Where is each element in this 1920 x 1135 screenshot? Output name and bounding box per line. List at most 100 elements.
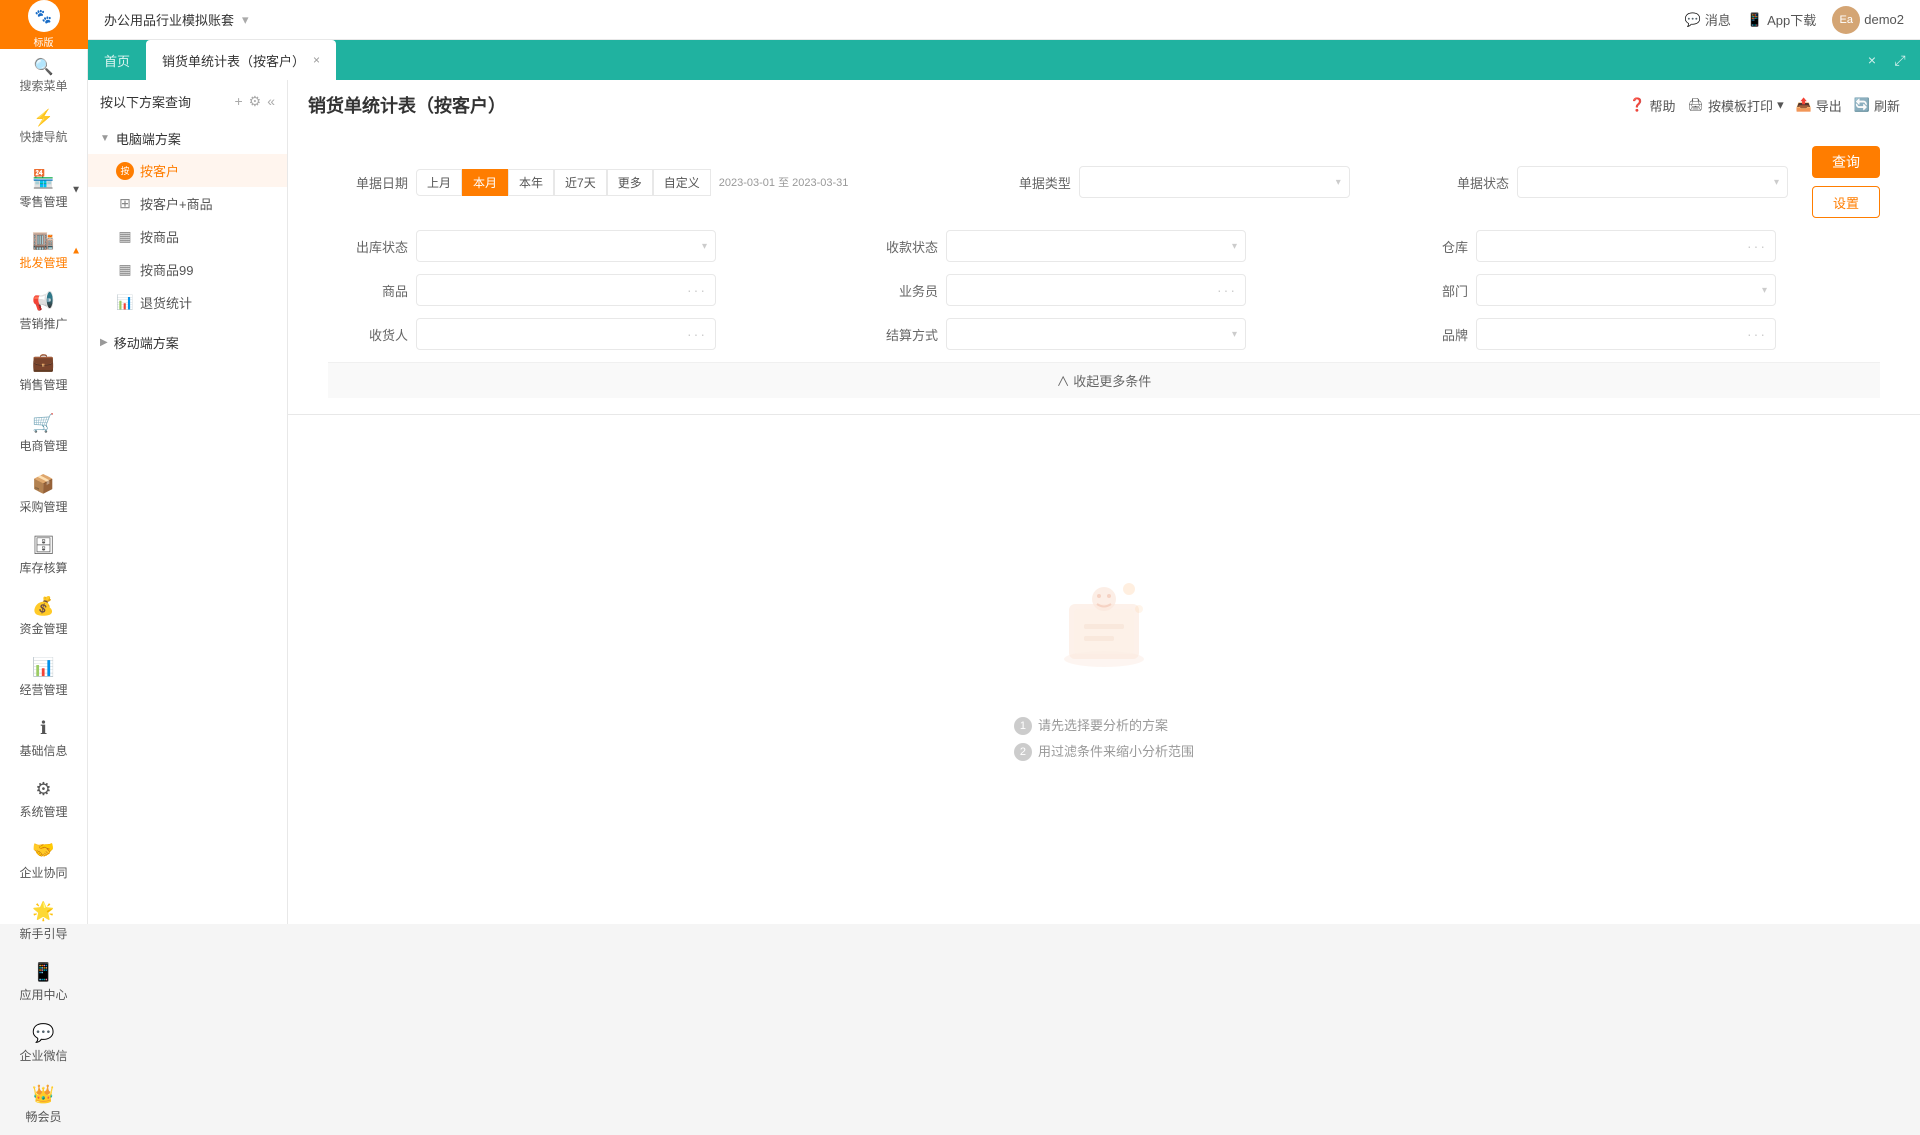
tab-maximize-btn[interactable]: ⤢: [1888, 48, 1912, 72]
enterprise-icon: 🤝: [32, 840, 54, 861]
scheme-item-by-goods[interactable]: ▦ 按商品: [88, 220, 287, 253]
sidebar-item-newbie-label: 新手引导: [19, 925, 67, 942]
page-header: 销货单统计表（按客户） ❓ 帮助 🖨 按模板打印 ▾ 📤: [288, 80, 1920, 415]
app-title: 办公用品行业模拟账套: [104, 10, 234, 29]
sidebar-item-retail[interactable]: 🏪 零售管理 ▼: [0, 159, 87, 220]
print-action[interactable]: 🖨 按模板打印 ▾: [1688, 96, 1784, 115]
sidebar-search-menu[interactable]: 🔍 搜索菜单: [19, 49, 67, 102]
doc-status-filter[interactable]: ▾: [1517, 166, 1788, 198]
sidebar-item-weixin[interactable]: 💬 企业微信: [0, 1013, 87, 1074]
sidebar-item-basic[interactable]: ℹ 基础信息: [0, 708, 87, 769]
doc-status-arrow-icon: ▾: [1774, 177, 1779, 188]
tab-home[interactable]: 首页: [88, 40, 146, 80]
appcenter-icon: 📱: [32, 962, 54, 983]
tab-minimize-btn[interactable]: ×: [1860, 48, 1884, 72]
collapse-row[interactable]: ∧ 收起更多条件: [328, 362, 1880, 398]
add-scheme-icon[interactable]: +: [234, 93, 242, 110]
sidebar-item-ecommerce[interactable]: 🛒 电商管理: [0, 403, 87, 464]
help-icon: ❓: [1629, 97, 1645, 113]
sidebar-item-inventory-label: 库存核算: [19, 559, 67, 576]
tip-text-2: 用过滤条件来缩小分析范围: [1038, 739, 1194, 765]
help-action[interactable]: ❓ 帮助: [1629, 96, 1675, 115]
date-btn-7days[interactable]: 近7天: [554, 169, 607, 196]
sidebar-item-system-label: 系统管理: [19, 803, 67, 820]
page-title: 销货单统计表（按客户）: [308, 92, 506, 118]
sidebar-item-marketing[interactable]: 📢 营销推广: [0, 281, 87, 342]
tab-home-label: 首页: [104, 51, 130, 70]
query-button[interactable]: 查询: [1812, 146, 1880, 178]
scheme-group-desktop-header[interactable]: ▼ 电脑端方案: [88, 123, 287, 154]
recipient-filter-label: 收货人: [328, 325, 408, 344]
sidebar-item-sales[interactable]: 💼 销售管理: [0, 342, 87, 403]
date-btn-custom[interactable]: 自定义: [653, 169, 711, 196]
brand-filter[interactable]: ···: [1476, 318, 1776, 350]
sidebar-item-appcenter[interactable]: 📱 应用中心: [0, 952, 87, 1013]
refresh-action[interactable]: 🔄 刷新: [1854, 96, 1900, 115]
sidebar-logo: 🐾 标版: [0, 0, 88, 49]
dept-filter[interactable]: ▾: [1476, 274, 1776, 306]
sidebar-quick-nav[interactable]: ⚡ 快捷导航: [0, 102, 87, 151]
sidebar-item-member[interactable]: 👑 畅会员: [0, 1074, 87, 1135]
tab-sales-stats[interactable]: 销货单统计表（按客户） ×: [146, 40, 336, 80]
doc-type-arrow-icon: ▾: [1336, 177, 1341, 188]
date-btn-this-year[interactable]: 本年: [508, 169, 554, 196]
expand-arrow-wholesale: ▲: [71, 245, 81, 256]
export-action[interactable]: 📤 导出: [1796, 96, 1842, 115]
recipient-filter[interactable]: ···: [416, 318, 716, 350]
sidebar-item-operation[interactable]: 📊 经营管理: [0, 647, 87, 708]
doc-type-filter-label: 单据类型: [991, 173, 1071, 192]
main-area: 办公用品行业模拟账套 ▾ 💬 消息 📱 App下载 Ea demo2 首页 销货…: [88, 0, 1920, 924]
scheme-return-stats-label: 退货统计: [140, 293, 192, 312]
settings-scheme-icon[interactable]: ⚙: [249, 93, 262, 110]
member-icon: 👑: [32, 1084, 54, 1105]
collapse-label: 收起更多条件: [1073, 374, 1151, 389]
date-btn-last-month[interactable]: 上月: [416, 169, 462, 196]
delivery-filter[interactable]: ▾: [416, 230, 716, 262]
user-name: demo2: [1864, 12, 1904, 27]
goods-dots: ···: [687, 282, 707, 298]
marketing-icon: 📢: [32, 291, 54, 312]
filter-row-date: 单据日期 上月 本月 本年 近7天 更多 自定义 2023-03-01 至 20…: [328, 146, 1880, 218]
warehouse-filter[interactable]: ···: [1476, 230, 1776, 262]
staff-filter[interactable]: ···: [946, 274, 1246, 306]
header-app-download[interactable]: 📱 App下载: [1747, 10, 1816, 29]
tab-close-icon[interactable]: ×: [313, 53, 320, 67]
date-btn-more[interactable]: 更多: [607, 169, 653, 196]
payment-filter[interactable]: ▾: [946, 230, 1246, 262]
sidebar-item-enterprise-label: 企业协同: [19, 864, 67, 881]
sidebar-item-system[interactable]: ⚙ 系统管理: [0, 769, 87, 830]
tip-num-1: 1: [1014, 717, 1032, 735]
sidebar-item-enterprise[interactable]: 🤝 企业协同: [0, 830, 87, 891]
sidebar-item-inventory[interactable]: 🗄 库存核算: [0, 525, 87, 586]
left-panel-title: 按以下方案查询: [100, 92, 191, 111]
logo-subtitle: 标版: [34, 34, 54, 49]
goods-filter[interactable]: ···: [416, 274, 716, 306]
settlement-filter[interactable]: ▾: [946, 318, 1246, 350]
app-title-dropdown-icon[interactable]: ▾: [242, 12, 249, 28]
sidebar-item-wholesale[interactable]: 🏬 批发管理 ▲: [0, 220, 87, 281]
sidebar-item-finance[interactable]: 💰 资金管理: [0, 586, 87, 647]
doc-type-filter[interactable]: ▾: [1079, 166, 1350, 198]
scheme-item-by-customer[interactable]: 按 按客户: [88, 154, 287, 187]
date-btn-this-month[interactable]: 本月: [462, 169, 508, 196]
scheme-item-by-customer-goods[interactable]: ⊞ 按客户+商品: [88, 187, 287, 220]
basic-icon: ℹ: [40, 718, 47, 739]
warehouse-dots: ···: [1747, 238, 1767, 254]
header-user[interactable]: Ea demo2: [1832, 6, 1904, 34]
scheme-group-mobile-header[interactable]: ▶ 移动端方案: [88, 327, 287, 358]
inventory-icon: 🗄: [32, 535, 55, 556]
scheme-by-goods-label: 按商品: [140, 227, 179, 246]
sidebar-item-purchase[interactable]: 📦 采购管理: [0, 464, 87, 525]
collapse-panel-icon[interactable]: «: [267, 93, 275, 110]
header-message[interactable]: 💬 消息: [1685, 10, 1731, 29]
delivery-filter-label: 出库状态: [328, 237, 408, 256]
scheme-item-by-goods99[interactable]: ▦ 按商品99: [88, 253, 287, 286]
sidebar-item-newbie[interactable]: 🌟 新手引导: [0, 891, 87, 952]
goods-filter-label: 商品: [328, 281, 408, 300]
tip-item-1: 1 请先选择要分析的方案: [1014, 713, 1194, 739]
settings-button[interactable]: 设置: [1812, 186, 1880, 218]
scheme-item-return-stats[interactable]: 📊 退货统计: [88, 286, 287, 319]
export-icon: 📤: [1796, 97, 1812, 113]
date-filter-label: 单据日期: [328, 173, 408, 192]
refresh-label: 刷新: [1874, 96, 1900, 115]
